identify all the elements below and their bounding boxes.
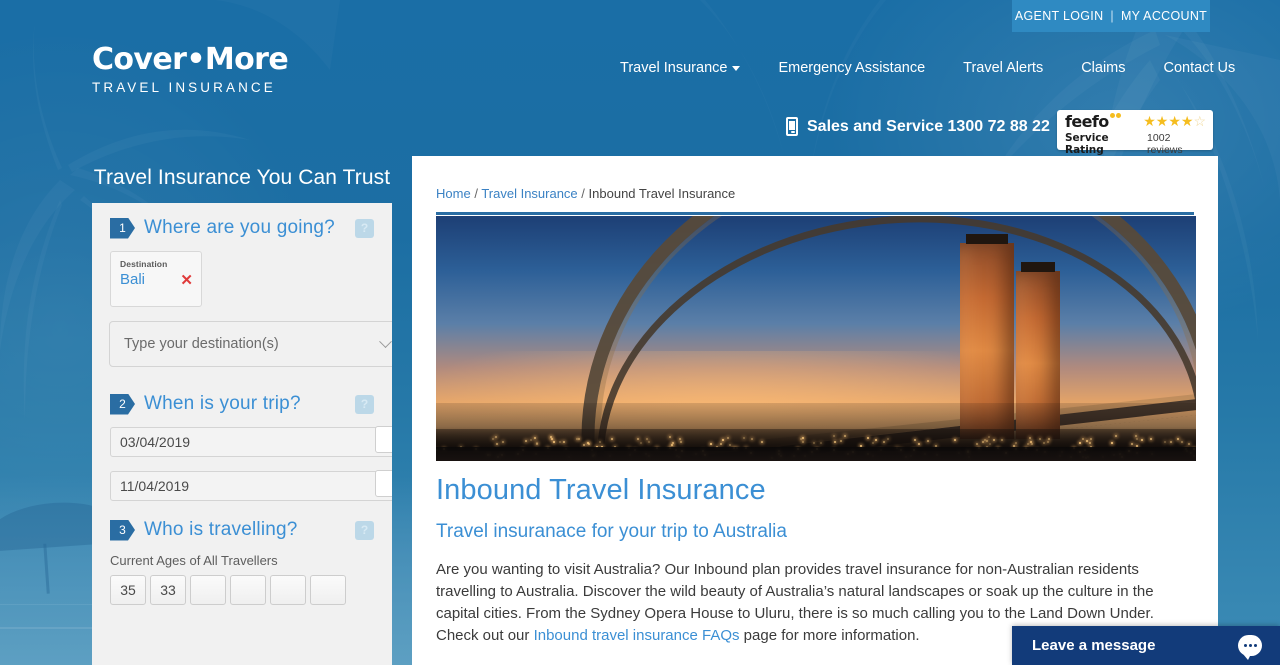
step-2-number-badge: 2 [110, 394, 135, 415]
star-icon: ★ [1181, 114, 1194, 128]
chat-widget-label: Leave a message [1032, 637, 1155, 654]
my-account-link[interactable]: MY ACCOUNT [1121, 9, 1207, 23]
chat-bubble-icon [1238, 635, 1262, 656]
destination-chip: Destination Bali ✕ [110, 251, 202, 307]
sales-and-service[interactable]: Sales and Service 1300 72 88 22 [786, 117, 1050, 136]
remove-destination-icon[interactable]: ✕ [180, 273, 193, 288]
star-rating: ★ ★ ★ ★ ☆ [1143, 114, 1206, 128]
step-3-help-icon[interactable]: ? [355, 521, 374, 540]
harbour-water [436, 447, 1196, 461]
nav-item-travel-alerts[interactable]: Travel Alerts [957, 56, 1049, 80]
quote-step-2-header: 2 When is your trip? ? [110, 393, 374, 415]
quote-form-panel: 1 Where are you going? ? Destination Bal… [92, 203, 392, 665]
nav-item-claims[interactable]: Claims [1075, 56, 1131, 80]
breadcrumb-home[interactable]: Home [436, 186, 471, 201]
departure-date-input[interactable]: 03/04/2019 [110, 427, 392, 457]
leave-a-message-chat-widget[interactable]: Leave a message [1012, 626, 1280, 665]
nav-item-contact-us[interactable]: Contact Us [1158, 56, 1242, 80]
age-input-5[interactable] [270, 575, 306, 605]
page-root: AGENT LOGIN | MY ACCOUNT Cover•More TRAV… [0, 0, 1280, 665]
chevron-down-icon [379, 335, 392, 348]
agent-login-link[interactable]: AGENT LOGIN [1015, 9, 1104, 23]
feefo-reviews-count: 1002 reviews [1147, 132, 1206, 156]
step-2-label: When is your trip? [144, 393, 301, 415]
site-logo[interactable]: Cover•More TRAVEL INSURANCE [92, 44, 392, 95]
feefo-brand: feefo [1065, 112, 1109, 131]
account-bar-separator: | [1110, 9, 1114, 23]
chevron-down-icon [732, 66, 740, 71]
account-bar: AGENT LOGIN | MY ACCOUNT [1012, 0, 1210, 32]
quote-form-title: Travel Insurance You Can Trust [92, 166, 392, 190]
destination-chip-label: Destination [120, 259, 193, 269]
logo-wordmark: Cover•More [92, 44, 392, 76]
nav-item-emergency-assistance[interactable]: Emergency Assistance [772, 56, 931, 80]
breadcrumb: Home / Travel Insurance / Inbound Travel… [412, 156, 1218, 201]
destination-input-placeholder: Type your destination(s) [124, 336, 279, 352]
hero-image-sydney-harbour-bridge [436, 216, 1196, 461]
logo-tagline: TRAVEL INSURANCE [92, 80, 392, 95]
feefo-rating-badge[interactable]: feefo ★ ★ ★ ★ ☆ Service Rating 1002 revi… [1057, 110, 1213, 150]
nav-item-travel-insurance-label: Travel Insurance [620, 60, 727, 76]
departure-date-value: 03/04/2019 [120, 434, 190, 450]
nav-item-travel-insurance[interactable]: Travel Insurance [614, 56, 746, 80]
ages-label: Current Ages of All Travellers [110, 553, 374, 568]
step-1-number-badge: 1 [110, 218, 135, 239]
traveller-ages-row: 35 33 [110, 575, 374, 605]
inbound-faqs-link[interactable]: Inbound travel insurance FAQs [534, 627, 740, 644]
intro-paragraph-part-2: page for more information. [740, 627, 920, 644]
breadcrumb-current: Inbound Travel Insurance [589, 186, 736, 201]
step-2-help-icon[interactable]: ? [355, 395, 374, 414]
main-content: Home / Travel Insurance / Inbound Travel… [412, 156, 1218, 665]
star-icon: ★ [1168, 114, 1181, 128]
step-3-number-badge: 3 [110, 520, 135, 541]
step-3-label: Who is travelling? [144, 519, 298, 541]
feefo-service-rating-label: Service Rating [1065, 132, 1147, 156]
star-outline-icon: ☆ [1193, 114, 1206, 128]
age-input-4[interactable] [230, 575, 266, 605]
main-navigation: Travel Insurance Emergency Assistance Tr… [614, 56, 1241, 80]
mobile-phone-icon [786, 117, 798, 136]
destination-input[interactable]: Type your destination(s) [109, 321, 392, 367]
quote-step-1-header: 1 Where are you going? ? [110, 217, 374, 239]
age-input-6[interactable] [310, 575, 346, 605]
feefo-dots-icon [1110, 113, 1121, 118]
step-1-help-icon[interactable]: ? [355, 219, 374, 238]
quote-step-3-header: 3 Who is travelling? ? [110, 519, 374, 541]
star-icon: ★ [1143, 114, 1156, 128]
breadcrumb-travel-insurance[interactable]: Travel Insurance [481, 186, 577, 201]
age-input-3[interactable] [190, 575, 226, 605]
breadcrumb-separator: / [474, 186, 478, 201]
sales-and-service-text: Sales and Service 1300 72 88 22 [807, 118, 1050, 136]
page-title: Inbound Travel Insurance [436, 474, 766, 507]
age-input-1[interactable]: 35 [110, 575, 146, 605]
age-input-2[interactable]: 33 [150, 575, 186, 605]
feefo-logo: feefo [1065, 114, 1121, 130]
return-date-input[interactable]: 11/04/2019 [110, 471, 392, 501]
calendar-icon[interactable] [375, 470, 392, 497]
breadcrumb-divider [436, 212, 1194, 215]
return-date-value: 11/04/2019 [120, 478, 189, 494]
step-1-label: Where are you going? [144, 217, 335, 239]
breadcrumb-separator: / [581, 186, 585, 201]
next-section-heading [436, 656, 441, 665]
star-icon: ★ [1156, 114, 1169, 128]
calendar-icon[interactable] [375, 426, 392, 453]
page-subtitle: Travel insuranace for your trip to Austr… [436, 521, 787, 543]
